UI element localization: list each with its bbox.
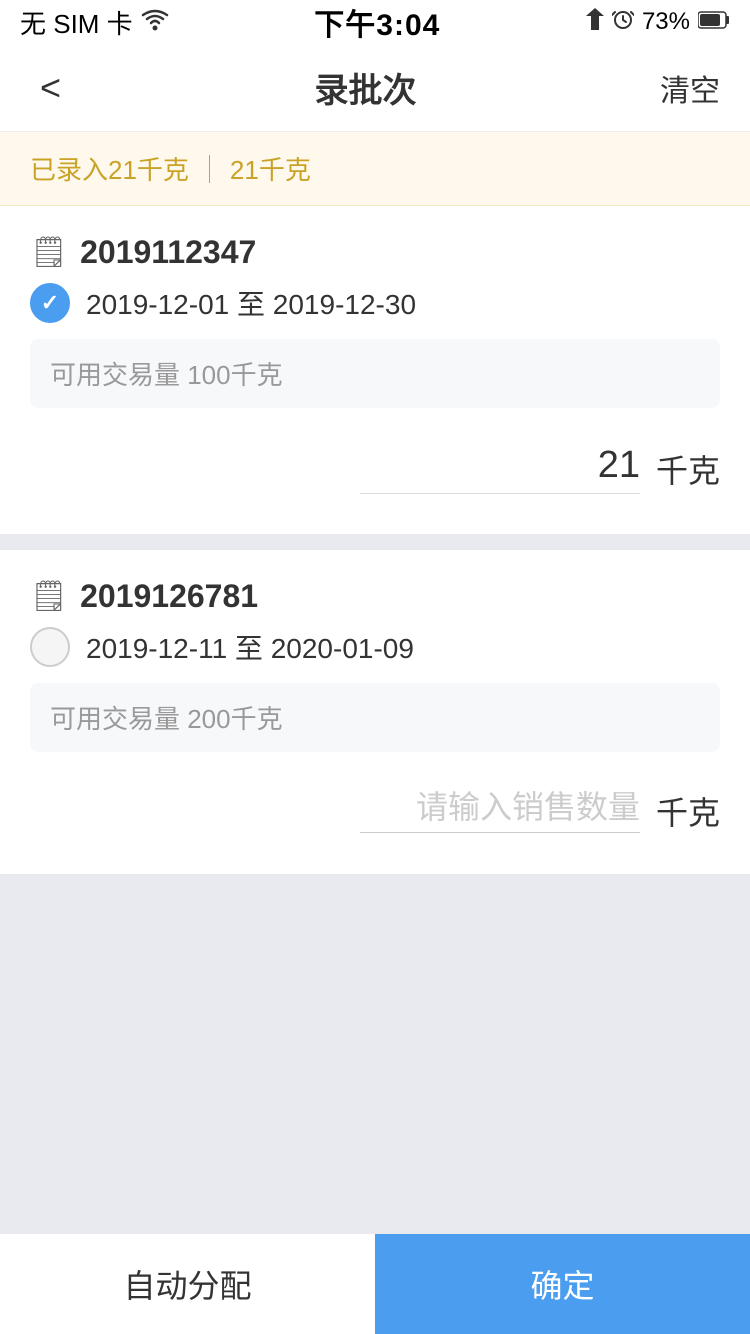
status-right: 73% — [586, 8, 730, 37]
batch1-icon: 🗒 — [30, 235, 68, 270]
batch1-qty-value: 21 — [598, 444, 640, 486]
section-divider-2 — [0, 874, 750, 890]
batch2-available-text: 可用交易量 200千克 — [50, 704, 283, 734]
batch1-row[interactable]: 2019-12-01 至 2019-12-30 — [30, 283, 720, 323]
status-carrier: 无 SIM 卡 — [20, 4, 169, 41]
batch2-available: 可用交易量 200千克 — [30, 683, 720, 752]
batch2-input-line[interactable]: 千克 — [360, 788, 720, 834]
batch2-date: 2019-12-11 至 2020-01-09 — [86, 627, 414, 667]
batch1-id: 2019112347 — [80, 234, 256, 271]
back-button[interactable]: < — [30, 57, 71, 119]
batch2-quantity-wrapper[interactable]: 千克 — [0, 768, 750, 854]
batch2-radio[interactable] — [30, 627, 70, 667]
batch-item-2: 🗒 2019126781 2019-12-11 至 2020-01-09 可用交… — [0, 550, 750, 874]
status-bar: 无 SIM 卡 下午3:04 73% — [0, 0, 750, 44]
batch1-quantity-wrapper: 21 千克 — [0, 424, 750, 514]
battery-text: 73% — [642, 8, 690, 36]
clear-button[interactable]: 清空 — [660, 66, 720, 110]
alarm-icon — [612, 8, 634, 37]
recorded-label: 已录入21千克 — [30, 150, 189, 187]
confirm-button[interactable]: 确定 — [375, 1234, 750, 1334]
info-banner: 已录入21千克 21千克 — [0, 132, 750, 206]
carrier-text: 无 SIM 卡 — [20, 4, 133, 41]
battery-icon — [698, 8, 730, 36]
batch1-available: 可用交易量 100千克 — [30, 339, 720, 408]
batch1-qty-line: 21 千克 — [360, 444, 720, 494]
nav-bar: < 录批次 清空 — [0, 44, 750, 132]
batch1-unit: 千克 — [656, 446, 720, 492]
batch2-icon: 🗒 — [30, 579, 68, 614]
batch1-header: 🗒 2019112347 — [30, 234, 720, 271]
batch1-radio[interactable] — [30, 283, 70, 323]
batch1-date: 2019-12-01 至 2019-12-30 — [86, 283, 416, 323]
status-time: 下午3:04 — [314, 0, 440, 44]
page-title: 录批次 — [315, 63, 417, 112]
location-icon — [586, 8, 604, 37]
banner-divider — [209, 155, 210, 183]
section-divider — [0, 534, 750, 550]
batch2-row[interactable]: 2019-12-11 至 2020-01-09 — [30, 627, 720, 667]
batch1-available-text: 可用交易量 100千克 — [50, 360, 283, 390]
batch2-qty-input[interactable] — [360, 789, 640, 833]
batch2-id: 2019126781 — [80, 578, 258, 615]
recorded-value: 21千克 — [230, 150, 311, 187]
batch2-unit: 千克 — [656, 788, 720, 834]
auto-distribute-button[interactable]: 自动分配 — [0, 1234, 375, 1334]
batch-item-1: 🗒 2019112347 2019-12-01 至 2019-12-30 可用交… — [0, 206, 750, 534]
wifi-icon — [141, 7, 169, 38]
batch2-header: 🗒 2019126781 — [30, 578, 720, 615]
bottom-bar: 自动分配 确定 — [0, 1234, 750, 1334]
